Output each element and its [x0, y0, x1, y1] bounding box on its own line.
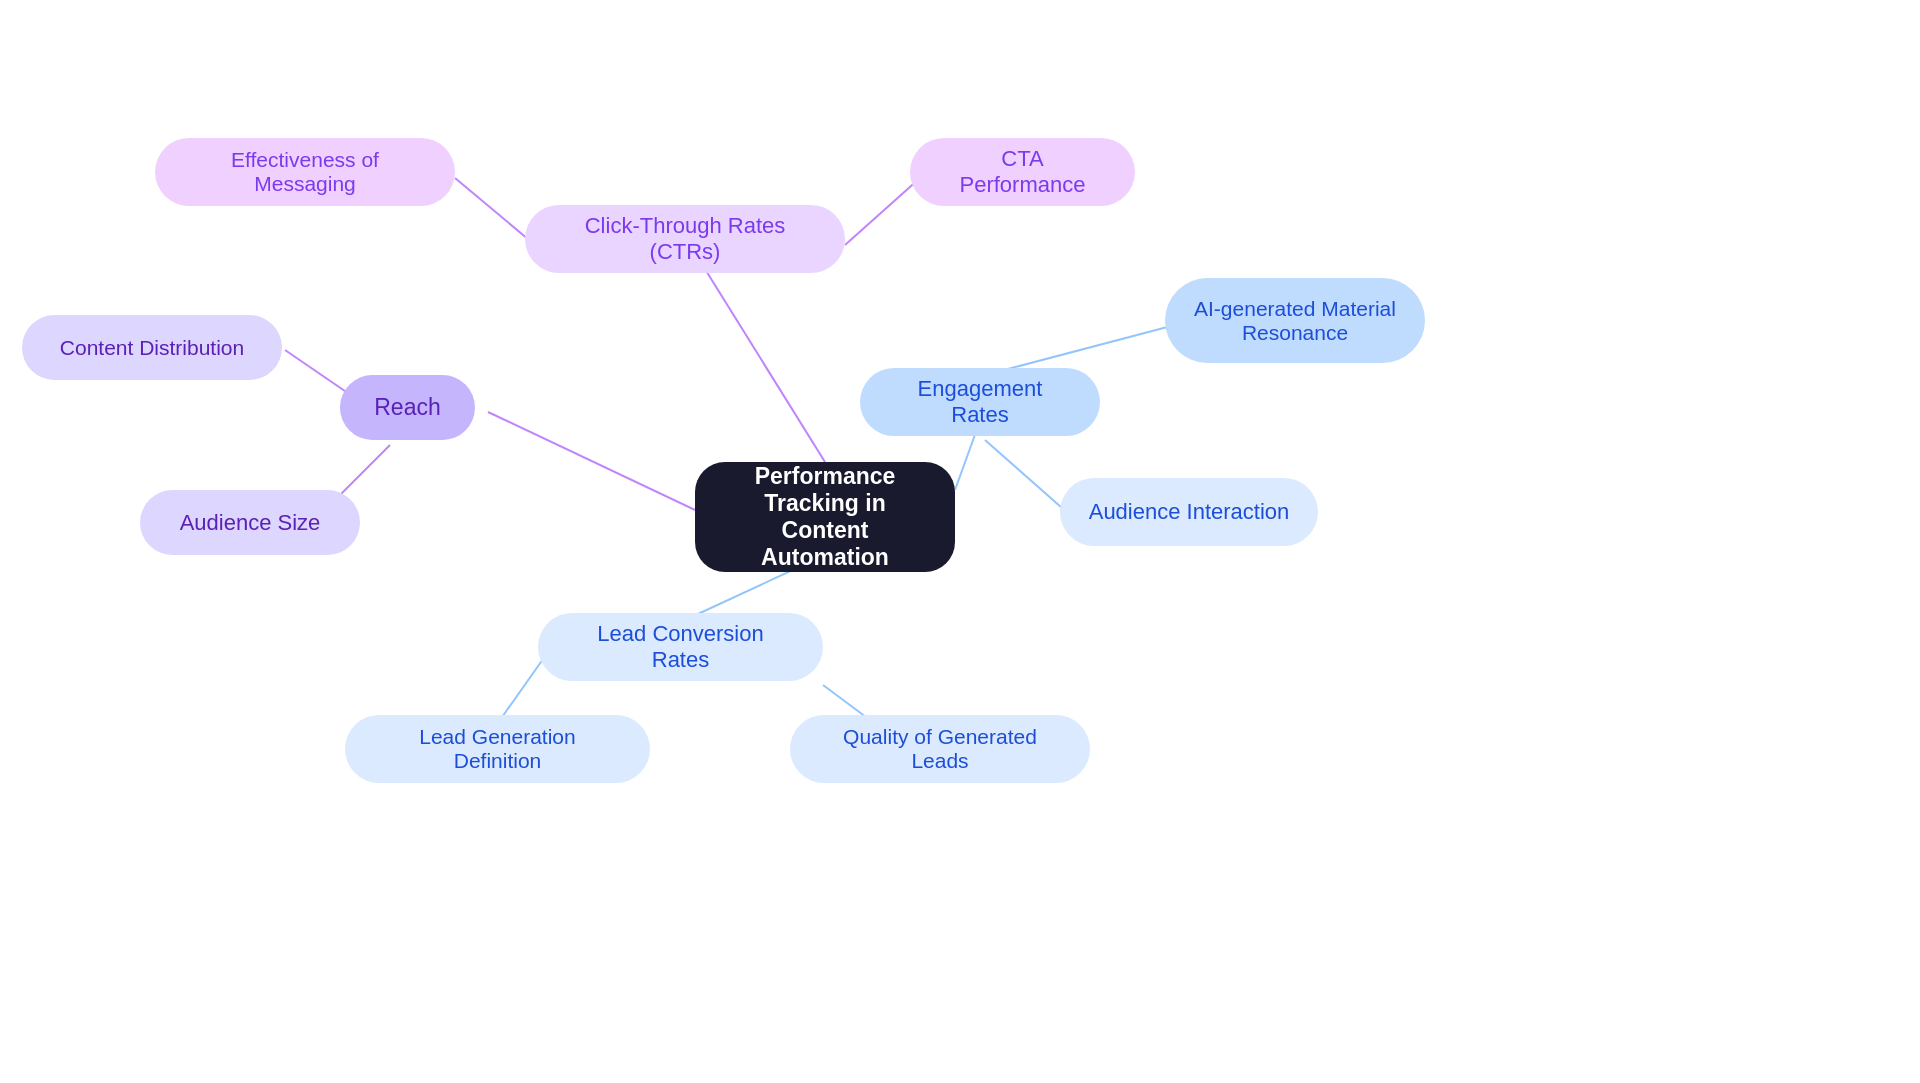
svg-line-0 [690, 245, 825, 462]
engagement-rates-node[interactable]: Engagement Rates [860, 368, 1100, 436]
svg-line-3 [488, 412, 695, 510]
center-node[interactable]: Performance Tracking in Content Automati… [695, 462, 955, 572]
effectiveness-node[interactable]: Effectiveness of Messaging [155, 138, 455, 206]
ai-material-node[interactable]: AI-generated Material Resonance [1165, 278, 1425, 363]
reach-node[interactable]: Reach [340, 375, 475, 440]
svg-line-2 [845, 178, 920, 245]
lead-conversion-node[interactable]: Lead Conversion Rates [538, 613, 823, 681]
svg-line-8 [985, 440, 1070, 515]
lead-generation-node[interactable]: Lead Generation Definition [345, 715, 650, 783]
ctr-node[interactable]: Click-Through Rates (CTRs) [525, 205, 845, 273]
audience-size-node[interactable]: Audience Size [140, 490, 360, 555]
quality-leads-node[interactable]: Quality of Generated Leads [790, 715, 1090, 783]
svg-line-1 [455, 178, 535, 245]
audience-interaction-node[interactable]: Audience Interaction [1060, 478, 1318, 546]
cta-node[interactable]: CTA Performance [910, 138, 1135, 206]
content-distribution-node[interactable]: Content Distribution [22, 315, 282, 380]
